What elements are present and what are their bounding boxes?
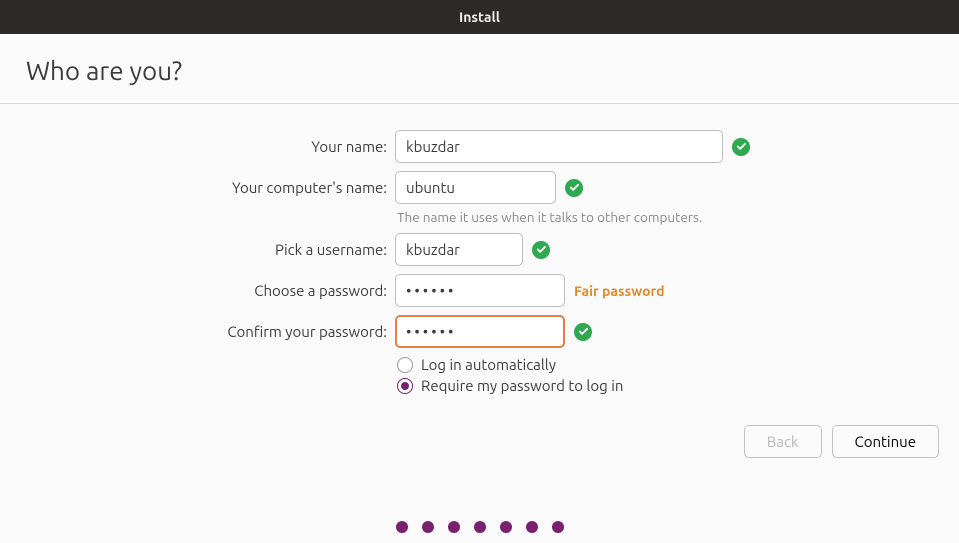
progress-indicator [0,521,959,533]
login-require-option[interactable]: Require my password to log in [397,377,959,394]
radio-icon [397,357,413,373]
computer-label: Your computer's name: [0,179,395,196]
username-input[interactable] [395,233,523,266]
user-form: Your name: Your computer's name: The nam… [0,104,959,394]
progress-dot [500,521,512,533]
login-require-label: Require my password to log in [421,377,623,394]
continue-button[interactable]: Continue [832,425,939,458]
progress-dot [526,521,538,533]
footer-buttons: Back Continue [744,425,939,458]
computer-input[interactable] [395,171,556,204]
name-input[interactable] [395,130,723,163]
username-label: Pick a username: [0,241,395,258]
window-titlebar: Install [0,0,959,34]
check-icon [565,179,583,197]
progress-dot [474,521,486,533]
check-icon [732,138,750,156]
window-title: Install [459,9,500,25]
login-auto-label: Log in automatically [421,356,556,373]
progress-dot [552,521,564,533]
confirm-label: Confirm your password: [0,323,395,340]
radio-icon [397,378,413,394]
computer-helper: The name it uses when it talks to other … [397,209,959,225]
password-input[interactable] [395,274,565,307]
name-label: Your name: [0,138,395,155]
progress-dot [396,521,408,533]
back-button[interactable]: Back [744,425,822,458]
check-icon [574,323,592,341]
progress-dot [422,521,434,533]
confirm-input[interactable] [395,315,565,348]
login-auto-option[interactable]: Log in automatically [397,356,959,373]
check-icon [532,241,550,259]
password-strength: Fair password [574,283,665,299]
page-title: Who are you? [0,34,959,103]
password-label: Choose a password: [0,282,395,299]
progress-dot [448,521,460,533]
